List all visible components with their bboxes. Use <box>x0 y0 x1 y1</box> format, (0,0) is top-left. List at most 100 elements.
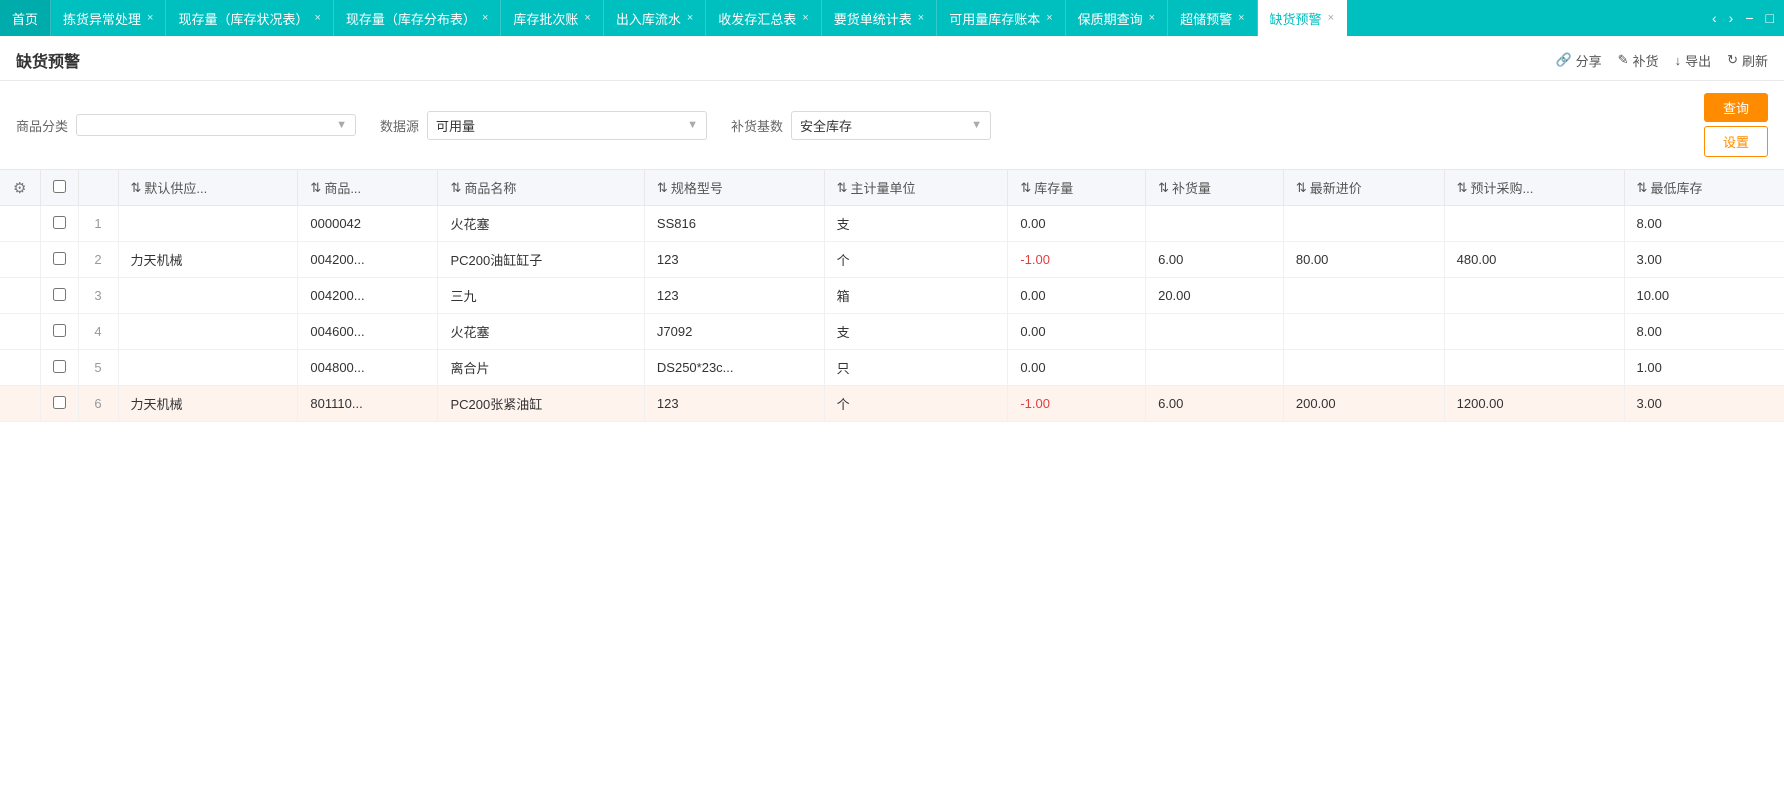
query-button[interactable]: 查询 <box>1704 93 1768 122</box>
datasource-dropdown-icon: ▼ <box>687 119 698 131</box>
category-label: 商品分类 <box>16 116 68 135</box>
tab-inventory-status[interactable]: 现存量（库存状况表）× <box>166 0 333 36</box>
datasource-select-value: 可用量 <box>436 116 679 135</box>
row-checkbox[interactable] <box>53 252 66 265</box>
tab-close-available-ledger[interactable]: × <box>1046 12 1052 24</box>
category-select[interactable]: ▼ <box>76 114 356 136</box>
tab-home[interactable]: 首页 <box>0 0 51 36</box>
tab-close-inout-flow[interactable]: × <box>687 12 693 24</box>
share-button[interactable]: 🔗 分享 <box>1555 51 1601 70</box>
tab-next-button[interactable]: › <box>1723 8 1740 28</box>
row-gear <box>0 206 40 242</box>
tab-available-ledger[interactable]: 可用量库存账本× <box>937 0 1065 36</box>
row-product-code: 801110... <box>298 386 438 422</box>
select-all-checkbox[interactable] <box>53 180 66 193</box>
row-stock-qty: 0.00 <box>1008 206 1146 242</box>
row-stock-qty: -1.00 <box>1008 242 1146 278</box>
th-default-supplier[interactable]: ⇅ 默认供应... <box>118 170 298 206</box>
row-est-purchase <box>1444 206 1624 242</box>
row-replenish-qty: 6.00 <box>1146 386 1284 422</box>
datasource-select[interactable]: 可用量 ▼ <box>427 111 707 140</box>
row-checkbox[interactable] <box>53 396 66 409</box>
row-product-name: 火花塞 <box>438 206 644 242</box>
row-latest-price <box>1283 206 1444 242</box>
th-product-name[interactable]: ⇅ 商品名称 <box>438 170 644 206</box>
row-product-code: 004600... <box>298 314 438 350</box>
tab-batch-account[interactable]: 库存批次账× <box>501 0 603 36</box>
th-stock-qty[interactable]: ⇅ 库存量 <box>1008 170 1146 206</box>
row-product-code: 004800... <box>298 350 438 386</box>
tab-close-expiry-query[interactable]: × <box>1149 12 1155 24</box>
tab-close-shortage-warning[interactable]: × <box>1328 12 1334 24</box>
row-spec: DS250*23c... <box>644 350 824 386</box>
tab-close-collect-summary[interactable]: × <box>802 12 808 24</box>
row-unit: 支 <box>824 314 1008 350</box>
sort-icon-unit: ⇅ <box>837 180 848 196</box>
tab-prev-button[interactable]: ‹ <box>1706 8 1723 28</box>
row-latest-price <box>1283 350 1444 386</box>
row-gear <box>0 350 40 386</box>
replenish-button[interactable]: ✎ 补货 <box>1618 51 1659 70</box>
row-checkbox[interactable] <box>53 324 66 337</box>
th-gear[interactable]: ⚙ <box>0 170 40 206</box>
row-unit: 支 <box>824 206 1008 242</box>
tab-close-batch-account[interactable]: × <box>584 12 590 24</box>
sort-icon-replenish: ⇅ <box>1158 180 1169 196</box>
th-min-stock[interactable]: ⇅ 最低库存 <box>1624 170 1784 206</box>
row-replenish-qty: 20.00 <box>1146 278 1284 314</box>
window-minimize-button[interactable]: − <box>1739 8 1759 28</box>
table-row: 3 004200... 三九 123 箱 0.00 20.00 10.00 <box>0 278 1784 314</box>
sort-icon-stock: ⇅ <box>1020 180 1031 196</box>
row-product-name: 火花塞 <box>438 314 644 350</box>
th-checkbox <box>40 170 78 206</box>
row-spec: SS816 <box>644 206 824 242</box>
row-stock-qty: -1.00 <box>1008 386 1146 422</box>
filter-action-buttons: 查询 设置 <box>1704 93 1768 157</box>
sort-icon-est: ⇅ <box>1457 180 1468 196</box>
share-icon: 🔗 <box>1555 52 1571 68</box>
settings-button[interactable]: 设置 <box>1704 126 1768 157</box>
row-product-name: PC200张紧油缸 <box>438 386 644 422</box>
tab-expiry-query[interactable]: 保质期查询× <box>1066 0 1168 36</box>
th-unit[interactable]: ⇅ 主计量单位 <box>824 170 1008 206</box>
table-row: 4 004600... 火花塞 J7092 支 0.00 8.00 <box>0 314 1784 350</box>
row-latest-price: 200.00 <box>1283 386 1444 422</box>
row-gear <box>0 278 40 314</box>
gear-icon[interactable]: ⚙ <box>13 180 26 197</box>
tab-abnormal[interactable]: 拣货异常处理× <box>51 0 166 36</box>
tab-close-abnormal[interactable]: × <box>147 12 153 24</box>
th-latest-price[interactable]: ⇅ 最新进价 <box>1283 170 1444 206</box>
tab-inout-flow[interactable]: 出入库流水× <box>604 0 706 36</box>
tab-close-inventory-status[interactable]: × <box>314 12 320 24</box>
tab-overstock-warning[interactable]: 超储预警× <box>1168 0 1257 36</box>
tab-inventory-dist[interactable]: 现存量（库存分布表）× <box>334 0 501 36</box>
row-product-name: 离合片 <box>438 350 644 386</box>
row-checkbox[interactable] <box>53 216 66 229</box>
row-min-stock: 10.00 <box>1624 278 1784 314</box>
row-product-name: PC200油缸缸子 <box>438 242 644 278</box>
main-content: 缺货预警 🔗 分享 ✎ 补货 ↓ 导出 ↻ 刷新 商品分类 <box>0 36 1784 796</box>
tab-close-overstock-warning[interactable]: × <box>1238 12 1244 24</box>
refresh-button[interactable]: ↻ 刷新 <box>1727 51 1768 70</box>
row-gear <box>0 314 40 350</box>
tab-close-order-stats[interactable]: × <box>918 12 924 24</box>
window-maximize-button[interactable]: □ <box>1760 8 1780 28</box>
row-spec: 123 <box>644 242 824 278</box>
tab-collect-summary[interactable]: 收发存汇总表× <box>706 0 821 36</box>
page-header: 缺货预警 🔗 分享 ✎ 补货 ↓ 导出 ↻ 刷新 <box>0 36 1784 81</box>
row-checkbox[interactable] <box>53 360 66 373</box>
category-dropdown-icon: ▼ <box>336 119 347 131</box>
row-checkbox[interactable] <box>53 288 66 301</box>
tab-close-inventory-dist[interactable]: × <box>482 12 488 24</box>
export-button[interactable]: ↓ 导出 <box>1675 51 1712 70</box>
row-replenish-qty <box>1146 314 1284 350</box>
th-replenish-qty[interactable]: ⇅ 补货量 <box>1146 170 1284 206</box>
tab-order-stats[interactable]: 要货单统计表× <box>822 0 937 36</box>
th-spec[interactable]: ⇅ 规格型号 <box>644 170 824 206</box>
replenish-base-select[interactable]: 安全库存 ▼ <box>791 111 991 140</box>
th-product-code[interactable]: ⇅ 商品... <box>298 170 438 206</box>
th-est-purchase[interactable]: ⇅ 预计采购... <box>1444 170 1624 206</box>
table-row: 1 0000042 火花塞 SS816 支 0.00 8.00 <box>0 206 1784 242</box>
tab-shortage-warning[interactable]: 缺货预警× <box>1258 0 1347 36</box>
table-header-row: ⚙ ⇅ 默认供应... ⇅ 商 <box>0 170 1784 206</box>
